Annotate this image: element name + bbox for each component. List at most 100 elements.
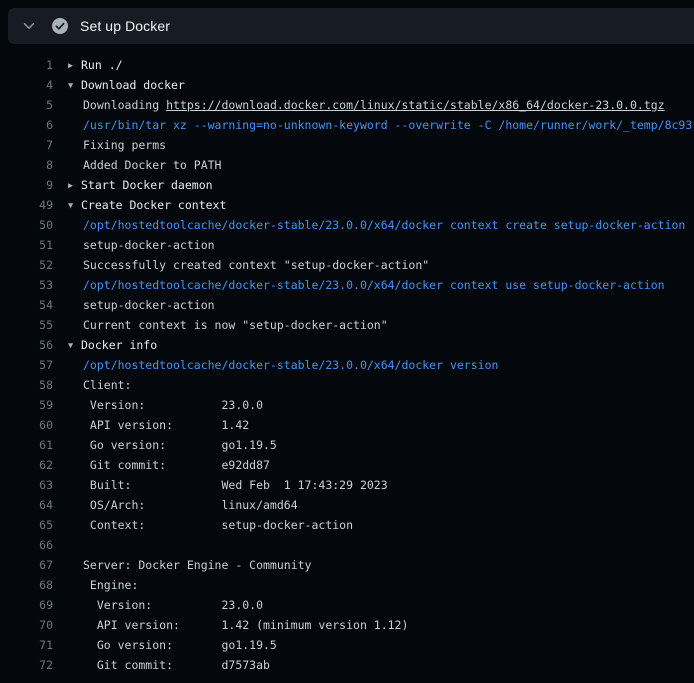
log-text: Downloading [83, 98, 166, 112]
log-text: Version: 23.0.0 [83, 598, 263, 612]
line-number[interactable]: 66 [0, 535, 53, 555]
log-row-content: Client: [68, 375, 694, 395]
log-line: 53/opt/hostedtoolcache/docker-stable/23.… [0, 275, 694, 295]
line-number[interactable]: 59 [0, 395, 53, 415]
log-line: 67 Server: Docker Engine - Community [0, 555, 694, 575]
log-row-content: Version: 23.0.0 [68, 395, 694, 415]
line-number[interactable]: 67 [0, 555, 53, 575]
log-text: Current context is now "setup-docker-act… [83, 318, 388, 332]
triangle-expanded-icon[interactable]: ▼ [68, 196, 81, 215]
line-number[interactable]: 70 [0, 615, 53, 635]
log-row-content: Version: 23.0.0 [68, 595, 694, 615]
line-number[interactable]: 51 [0, 235, 53, 255]
line-number[interactable]: 71 [0, 635, 53, 655]
log-row-content: Built: Wed Feb 1 17:43:29 2023 [68, 475, 694, 495]
triangle-expanded-icon[interactable]: ▼ [68, 336, 81, 355]
log-text: Server: Docker Engine - Community [83, 558, 311, 572]
log-line: 50/opt/hostedtoolcache/docker-stable/23.… [0, 215, 694, 235]
log-text: Engine: [83, 578, 138, 592]
step-header[interactable]: Set up Docker [8, 8, 694, 44]
group-title: Run ./ [81, 58, 123, 72]
group-row-content: ▶Run ./ [68, 55, 694, 75]
log-line: 59 Version: 23.0.0 [0, 395, 694, 415]
log-line: 51 setup-docker-action [0, 235, 694, 255]
group-row-content: ▼Download docker [68, 75, 694, 95]
triangle-expanded-icon[interactable]: ▼ [68, 76, 81, 95]
line-number[interactable]: 49 [0, 195, 53, 215]
log-line: 61 Go version: go1.19.5 [0, 435, 694, 455]
group-title: Start Docker daemon [81, 178, 213, 192]
log-line[interactable]: 49 ▼Create Docker context [0, 195, 694, 215]
log-line: 62 Git commit: e92dd87 [0, 455, 694, 475]
command-text: /opt/hostedtoolcache/docker-stable/23.0.… [83, 358, 498, 372]
triangle-collapsed-icon[interactable]: ▶ [68, 176, 81, 195]
log-text: Client: [83, 378, 131, 392]
line-number[interactable]: 61 [0, 435, 53, 455]
chevron-down-icon[interactable] [22, 19, 36, 33]
log-text: OS/Arch: linux/amd64 [83, 498, 298, 512]
line-number[interactable]: 53 [0, 275, 53, 295]
log-row-content [68, 535, 694, 555]
log-line: 6/usr/bin/tar xz --warning=no-unknown-ke… [0, 115, 694, 135]
log-row-content: API version: 1.42 [68, 415, 694, 435]
log-line: 5 Downloading https://download.docker.com… [0, 95, 694, 115]
line-number[interactable]: 54 [0, 295, 53, 315]
log-text: setup-docker-action [83, 298, 215, 312]
log-line: 63 Built: Wed Feb 1 17:43:29 2023 [0, 475, 694, 495]
log-text: Added Docker to PATH [83, 158, 221, 172]
log-row-content: Server: Docker Engine - Community [68, 555, 694, 575]
log-line: 69 Version: 23.0.0 [0, 595, 694, 615]
group-row-content: ▼Docker info [68, 335, 694, 355]
line-number[interactable]: 69 [0, 595, 53, 615]
triangle-collapsed-icon[interactable]: ▶ [68, 56, 81, 75]
log-line: 60 API version: 1.42 [0, 415, 694, 435]
line-number[interactable]: 64 [0, 495, 53, 515]
log-lines: 1▶Run ./4▼Download docker5Downloading ht… [0, 44, 694, 683]
group-row-content: ▶Start Docker daemon [68, 175, 694, 195]
log-row-content: /usr/bin/tar xz --warning=no-unknown-key… [68, 115, 694, 135]
line-number[interactable]: 8 [0, 155, 53, 175]
log-line[interactable]: 56 ▼Docker info [0, 335, 694, 355]
log-row-content: Go version: go1.19.5 [68, 435, 694, 455]
line-number[interactable]: 63 [0, 475, 53, 495]
log-line: 70 API version: 1.42 (minimum version 1.… [0, 615, 694, 635]
line-number[interactable]: 72 [0, 655, 53, 675]
line-number[interactable]: 6 [0, 115, 53, 135]
line-number[interactable]: 56 [0, 335, 53, 355]
line-number[interactable]: 4 [0, 75, 53, 95]
log-row-content: Go version: go1.19.5 [68, 635, 694, 655]
line-number[interactable]: 5 [0, 95, 53, 115]
log-line: 8 Added Docker to PATH [0, 155, 694, 175]
line-number[interactable]: 65 [0, 515, 53, 535]
group-row-content: ▼Create Docker context [68, 195, 694, 215]
log-line[interactable]: 9 ▶Start Docker daemon [0, 175, 694, 195]
line-number[interactable]: 7 [0, 135, 53, 155]
line-number[interactable]: 50 [0, 215, 53, 235]
line-number[interactable]: 68 [0, 575, 53, 595]
log-row-content: setup-docker-action [68, 235, 694, 255]
log-line[interactable]: 1 ▶Run ./ [0, 55, 694, 75]
log-line: 54 setup-docker-action [0, 295, 694, 315]
log-text: Git commit: e92dd87 [83, 458, 270, 472]
log-row-content: API version: 1.42 (minimum version 1.12) [68, 615, 694, 635]
group-title: Docker info [81, 338, 157, 352]
line-number[interactable]: 1 [0, 55, 53, 75]
log-row-content: OS/Arch: linux/amd64 [68, 495, 694, 515]
log-line: 68 Engine: [0, 575, 694, 595]
log-link[interactable]: https://download.docker.com/linux/static… [166, 98, 665, 112]
group-title: Create Docker context [81, 198, 226, 212]
log-row-content: /opt/hostedtoolcache/docker-stable/23.0.… [68, 355, 694, 375]
line-number[interactable]: 62 [0, 455, 53, 475]
line-number[interactable]: 9 [0, 175, 53, 195]
line-number[interactable]: 57 [0, 355, 53, 375]
log-row-content: /opt/hostedtoolcache/docker-stable/23.0.… [68, 275, 694, 295]
line-number[interactable]: 58 [0, 375, 53, 395]
log-line: 58 Client: [0, 375, 694, 395]
actions-log-panel: Set up Docker 1▶Run ./4▼Download docker5… [0, 0, 694, 683]
log-line[interactable]: 4 ▼Download docker [0, 75, 694, 95]
log-line: 55 Current context is now "setup-docker-a… [0, 315, 694, 335]
step-title: Set up Docker [80, 18, 170, 34]
line-number[interactable]: 52 [0, 255, 53, 275]
line-number[interactable]: 55 [0, 315, 53, 335]
line-number[interactable]: 60 [0, 415, 53, 435]
